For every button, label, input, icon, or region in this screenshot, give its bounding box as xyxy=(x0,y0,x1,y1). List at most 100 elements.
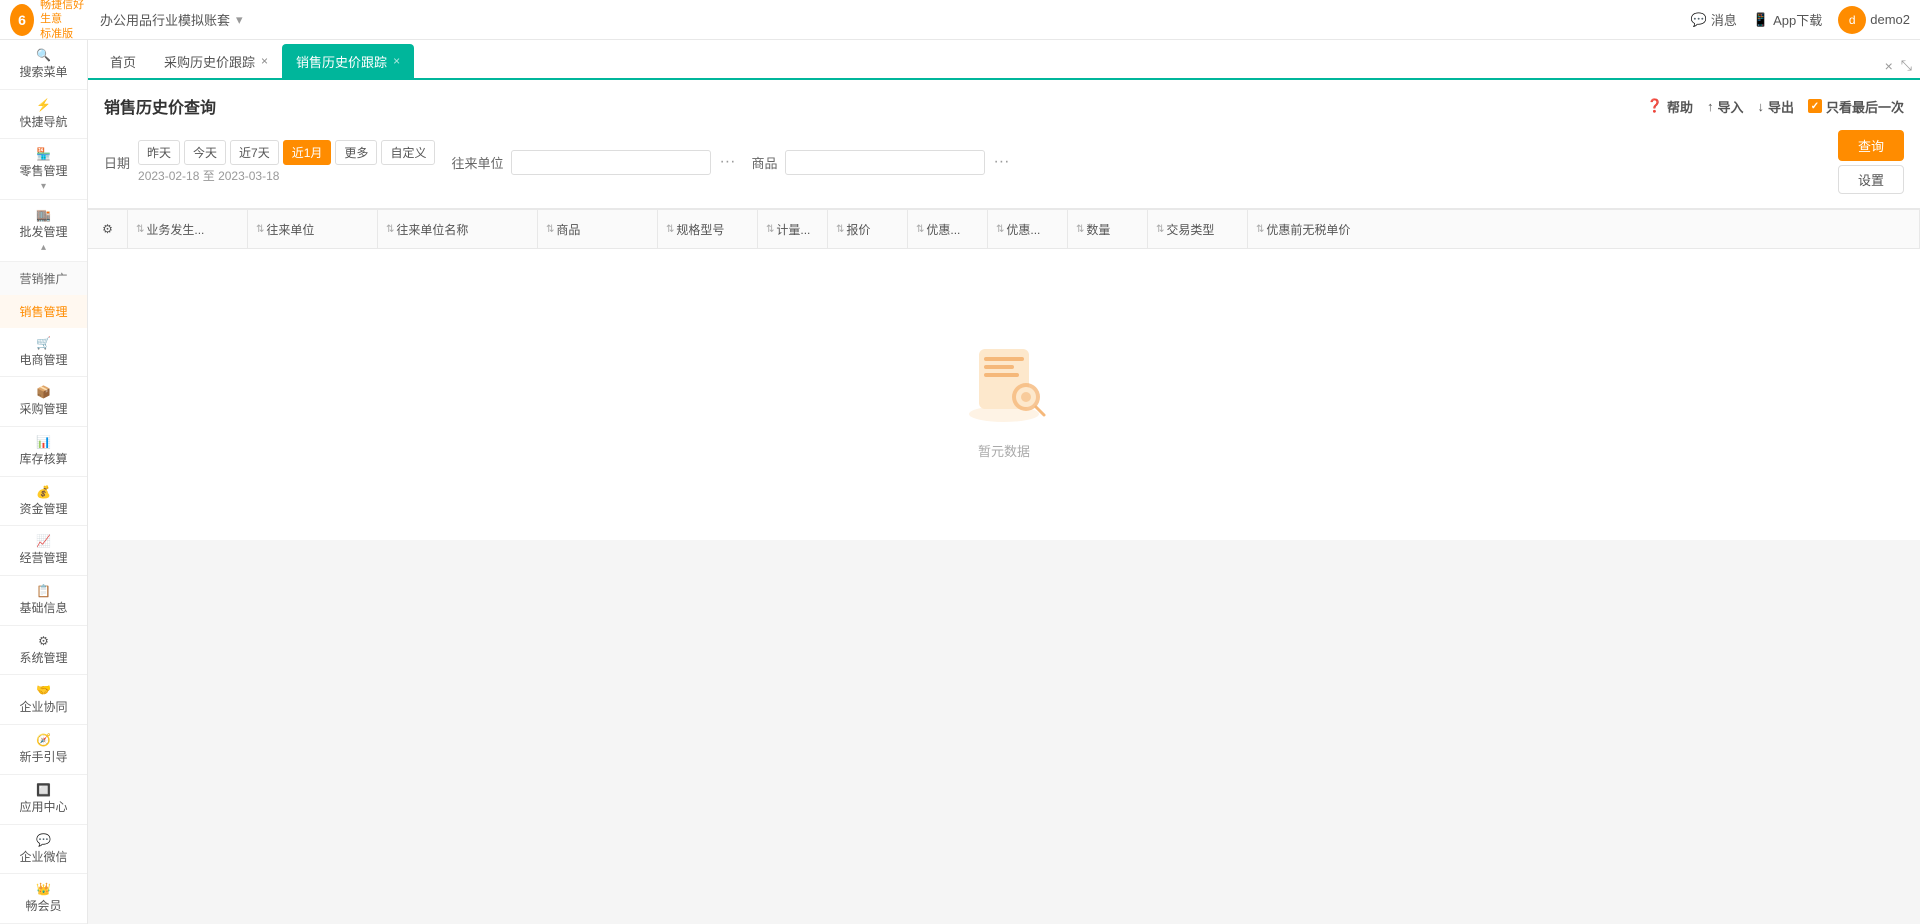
th-goods[interactable]: ⇅ 商品 xyxy=(538,210,658,248)
date-btn-more[interactable]: 更多 xyxy=(335,140,377,165)
goods-filter-input[interactable] xyxy=(785,150,985,175)
main-layout: 🔍 搜索菜单 ⚡ 快捷导航 🏪 零售管理 ▾ 🏬 批发管理 ▴ 营销推广 销售管… xyxy=(0,40,1920,924)
sidebar-item-wholesale[interactable]: 🏬 批发管理 ▴ xyxy=(0,200,87,261)
sidebar-item-ecommerce[interactable]: 🛒 电商管理 xyxy=(0,328,87,378)
th-partner-code[interactable]: ⇅ 往来单位 xyxy=(248,210,378,248)
sort-icon: ⇅ xyxy=(256,224,264,235)
app-icon: 📱 xyxy=(1753,12,1769,28)
enterprise-icon: 🤝 xyxy=(36,683,51,697)
retail-icon: 🏪 xyxy=(36,147,51,161)
export-icon: ↓ xyxy=(1757,99,1764,114)
th-biz-date[interactable]: ⇅ 业务发生... xyxy=(128,210,248,248)
th-discount1[interactable]: ⇅ 优惠... xyxy=(908,210,988,248)
header-right: 💬 消息 📱 App下载 d demo2 xyxy=(1691,6,1910,34)
table-area: ⚙ ⇅ 业务发生... ⇅ 往来单位 ⇅ 往来单位名称 xyxy=(88,209,1920,540)
chevron-down-icon: ▾ xyxy=(41,181,46,192)
sidebar-item-marketing[interactable]: 营销推广 xyxy=(0,262,87,295)
message-icon: 💬 xyxy=(1691,12,1707,28)
date-buttons: 昨天 今天 近7天 近1月 更多 自定义 xyxy=(138,140,435,165)
tab-purchase-history[interactable]: 采购历史价跟踪 × xyxy=(150,44,282,78)
workspace-area: 办公用品行业模拟账套 ▾ xyxy=(100,10,1681,29)
page-title-text: 销售历史价查询 xyxy=(104,94,216,118)
goods-dots[interactable]: ··· xyxy=(993,153,1009,171)
tab-purchase-close-icon[interactable]: × xyxy=(261,54,268,68)
sidebar-item-wechat[interactable]: 💬 企业微信 xyxy=(0,825,87,875)
ops-icon: 📈 xyxy=(36,534,51,548)
th-quantity[interactable]: ⇅ 数量 xyxy=(1068,210,1148,248)
sidebar-item-search[interactable]: 🔍 搜索菜单 xyxy=(0,40,87,90)
purchase-icon: 📦 xyxy=(36,385,51,399)
th-gear[interactable]: ⚙ xyxy=(88,210,128,248)
settings-button[interactable]: 设置 xyxy=(1838,165,1904,194)
action-buttons: 查询 设置 xyxy=(1838,130,1904,194)
sidebar-item-system[interactable]: ⚙ 系统管理 xyxy=(0,626,87,676)
query-button[interactable]: 查询 xyxy=(1838,130,1904,161)
finance-icon: 💰 xyxy=(36,485,51,499)
logo-text: 畅捷信好生意 标准版 xyxy=(40,0,90,41)
message-button[interactable]: 💬 消息 xyxy=(1691,10,1737,29)
th-trade-type[interactable]: ⇅ 交易类型 xyxy=(1148,210,1248,248)
member-icon: 👑 xyxy=(36,882,51,896)
date-btn-7days[interactable]: 近7天 xyxy=(230,140,279,165)
tab-sales-close-icon[interactable]: × xyxy=(393,54,400,68)
th-discount2[interactable]: ⇅ 优惠... xyxy=(988,210,1068,248)
partner-dots[interactable]: ··· xyxy=(719,153,735,171)
help-button[interactable]: ❓ 帮助 xyxy=(1647,97,1693,116)
sidebar-item-sales[interactable]: 销售管理 xyxy=(0,295,87,328)
date-btn-yesterday[interactable]: 昨天 xyxy=(138,140,180,165)
user-area[interactable]: d demo2 xyxy=(1838,6,1910,34)
th-spec[interactable]: ⇅ 规格型号 xyxy=(658,210,758,248)
th-unit[interactable]: ⇅ 计量... xyxy=(758,210,828,248)
sidebar-item-shortcuts[interactable]: ⚡ 快捷导航 xyxy=(0,90,87,140)
sidebar-item-member[interactable]: 👑 畅会员 xyxy=(0,874,87,924)
sidebar-item-purchase[interactable]: 📦 采购管理 xyxy=(0,377,87,427)
partner-filter-input[interactable] xyxy=(511,150,711,175)
th-quote[interactable]: ⇅ 报价 xyxy=(828,210,908,248)
workspace-dropdown-icon[interactable]: ▾ xyxy=(236,12,243,28)
tab-close-all-icon[interactable]: × xyxy=(1885,58,1893,74)
sidebar-item-finance[interactable]: 💰 资金管理 xyxy=(0,477,87,527)
empty-state-icon xyxy=(954,329,1054,429)
export-button[interactable]: ↓ 导出 xyxy=(1757,97,1794,116)
tab-sales-history[interactable]: 销售历史价跟踪 × xyxy=(282,44,414,78)
sidebar-item-inventory[interactable]: 📊 库存核算 xyxy=(0,427,87,477)
app-download-button[interactable]: 📱 App下载 xyxy=(1753,10,1822,29)
th-partner-name[interactable]: ⇅ 往来单位名称 xyxy=(378,210,538,248)
wechat-icon: 💬 xyxy=(36,833,51,847)
sort-icon: ⇅ xyxy=(916,224,924,235)
guide-icon: 🧭 xyxy=(36,733,51,747)
only-last-checkbox[interactable]: ✓ 只看最后一次 xyxy=(1808,97,1904,116)
sidebar-item-basics[interactable]: 📋 基础信息 xyxy=(0,576,87,626)
sidebar-item-enterprise[interactable]: 🤝 企业协同 xyxy=(0,675,87,725)
sort-icon: ⇅ xyxy=(546,224,554,235)
import-icon: ↑ xyxy=(1707,99,1714,114)
user-avatar: d xyxy=(1838,6,1866,34)
sort-icon: ⇅ xyxy=(666,224,674,235)
th-pretax-price[interactable]: ⇅ 优惠前无税单价 xyxy=(1248,210,1920,248)
ecommerce-icon: 🛒 xyxy=(36,336,51,350)
date-btn-today[interactable]: 今天 xyxy=(184,140,226,165)
date-btn-1month[interactable]: 近1月 xyxy=(283,140,332,165)
sort-icon: ⇅ xyxy=(996,224,1004,235)
logo-icon: 6 xyxy=(10,4,34,36)
sidebar-item-apps[interactable]: 🔲 应用中心 xyxy=(0,775,87,825)
tab-bar: 首页 采购历史价跟踪 × 销售历史价跟踪 × × ⤡ xyxy=(88,40,1920,80)
tab-expand-icon[interactable]: ⤡ xyxy=(1901,57,1912,74)
date-btn-custom[interactable]: 自定义 xyxy=(381,140,435,165)
sidebar: 🔍 搜索菜单 ⚡ 快捷导航 🏪 零售管理 ▾ 🏬 批发管理 ▴ 营销推广 销售管… xyxy=(0,40,88,924)
filter-row: 日期 昨天 今天 近7天 近1月 更多 自定义 2023-02-18 至 202… xyxy=(104,130,1904,194)
sidebar-item-retail[interactable]: 🏪 零售管理 ▾ xyxy=(0,139,87,200)
date-filter-label: 日期 xyxy=(104,153,130,172)
inventory-icon: 📊 xyxy=(36,435,51,449)
sidebar-item-guide[interactable]: 🧭 新手引导 xyxy=(0,725,87,775)
sidebar-item-operations[interactable]: 📈 经营管理 xyxy=(0,526,87,576)
tab-home[interactable]: 首页 xyxy=(96,44,150,78)
sort-icon: ⇅ xyxy=(386,224,394,235)
page-title-row: 销售历史价查询 ❓ 帮助 ↑ 导入 ↓ 导出 xyxy=(104,94,1904,118)
sort-icon: ⇅ xyxy=(1076,224,1084,235)
date-range-text: 2023-02-18 至 2023-03-18 xyxy=(138,167,435,184)
page-title-actions: ❓ 帮助 ↑ 导入 ↓ 导出 ✓ 只看最后一次 xyxy=(1647,97,1904,116)
table-header: ⚙ ⇅ 业务发生... ⇅ 往来单位 ⇅ 往来单位名称 xyxy=(88,209,1920,249)
query-panel: 销售历史价查询 ❓ 帮助 ↑ 导入 ↓ 导出 xyxy=(88,80,1920,209)
import-button[interactable]: ↑ 导入 xyxy=(1707,97,1744,116)
